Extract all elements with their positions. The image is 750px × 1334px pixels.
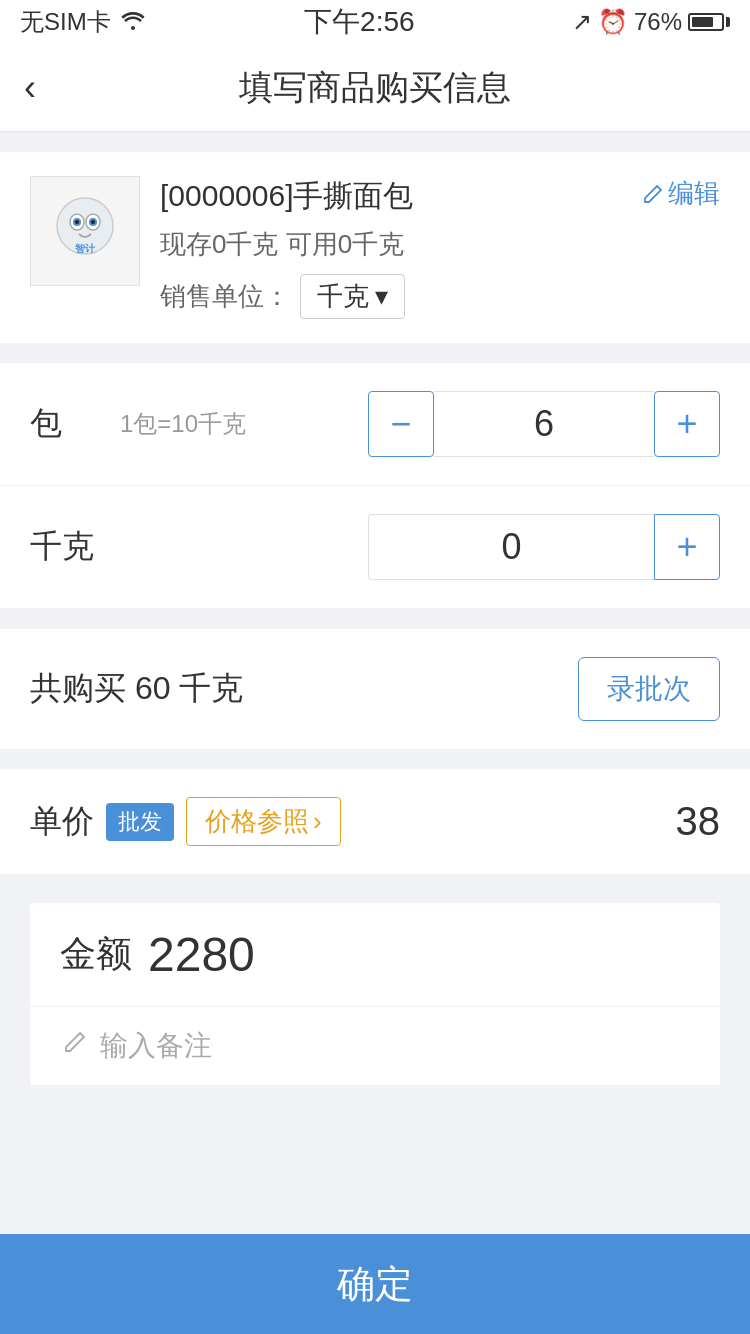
nav-bar: ‹ 填写商品购买信息 (0, 44, 750, 132)
kg-input[interactable] (368, 514, 654, 580)
product-stock: 现存0千克 可用0千克 (160, 227, 720, 262)
note-placeholder[interactable]: 输入备注 (100, 1027, 212, 1065)
svg-point-6 (91, 220, 95, 224)
status-right: ↗ ⏰ 76% (572, 8, 730, 36)
unit-value: 千克 (317, 279, 369, 314)
product-thumbnail: 智计 (30, 176, 140, 286)
summary-row: 共购买 60 千克 录批次 (0, 629, 750, 749)
kg-increment-button[interactable]: + (654, 514, 720, 580)
note-row[interactable]: 输入备注 (30, 1006, 720, 1085)
product-unit-row: 销售单位： 千克 ▾ (160, 274, 720, 319)
pencil-icon (60, 1029, 88, 1064)
pack-input[interactable] (434, 391, 654, 457)
battery-icon (688, 13, 730, 31)
pack-increment-button[interactable]: + (654, 391, 720, 457)
price-value: 38 (676, 799, 721, 844)
kg-qty-control: + (368, 514, 720, 580)
price-section: 单价 批发 价格参照 › 38 (0, 769, 750, 875)
pack-row: 包 1包=10千克 − + (0, 363, 750, 486)
kg-row: 千克 + (0, 486, 750, 609)
price-ref-label: 价格参照 (205, 804, 309, 839)
product-info: [0000006]手撕面包 编辑 现存0千克 可用0千克 销售单位： 千克 ▾ (160, 176, 720, 319)
input-section: 包 1包=10千克 − + 千克 + (0, 363, 750, 609)
edit-label: 编辑 (668, 176, 720, 211)
pack-sublabel: 1包=10千克 (120, 408, 368, 440)
product-header: [0000006]手撕面包 编辑 (160, 176, 720, 217)
kg-label: 千克 (30, 525, 110, 569)
wifi-icon (119, 8, 147, 36)
status-bar: 无SIM卡 下午2:56 ↗ ⏰ 76% (0, 0, 750, 44)
product-name: [0000006]手撕面包 (160, 176, 413, 217)
page-title: 填写商品购买信息 (239, 65, 511, 111)
svg-point-5 (75, 220, 79, 224)
unit-select[interactable]: 千克 ▾ (300, 274, 405, 319)
status-left: 无SIM卡 (20, 6, 147, 38)
price-left: 单价 批发 价格参照 › (30, 797, 341, 846)
back-button[interactable]: ‹ (24, 67, 36, 109)
price-label: 单价 (30, 800, 94, 844)
status-time: 下午2:56 (304, 3, 415, 41)
alarm-icon: ⏰ (598, 8, 628, 36)
batch-button[interactable]: 录批次 (578, 657, 720, 721)
product-card: 智计 [0000006]手撕面包 编辑 现存0千克 可用0千克 销售单位： 千克… (0, 152, 750, 343)
price-ref-button[interactable]: 价格参照 › (186, 797, 341, 846)
unit-arrow-icon: ▾ (375, 281, 388, 312)
unit-label: 销售单位： (160, 279, 290, 314)
confirm-button[interactable]: 确定 (0, 1234, 750, 1334)
amount-section: 金额 2280 输入备注 (0, 875, 750, 1105)
price-tag: 批发 (106, 803, 174, 841)
svg-text:智计: 智计 (74, 243, 96, 254)
pack-label: 包 (30, 402, 110, 446)
product-thumb-icon: 智计 (55, 196, 115, 267)
amount-row: 金额 2280 (30, 903, 720, 1006)
summary-text: 共购买 60 千克 (30, 667, 243, 711)
pack-qty-control: − + (368, 391, 720, 457)
edit-button[interactable]: 编辑 (642, 176, 720, 211)
pack-decrement-button[interactable]: − (368, 391, 434, 457)
amount-label: 金额 (60, 930, 132, 979)
amount-value: 2280 (148, 927, 255, 982)
location-icon: ↗ (572, 8, 592, 36)
battery-percent: 76% (634, 8, 682, 36)
carrier-text: 无SIM卡 (20, 6, 111, 38)
price-row: 单价 批发 价格参照 › 38 (30, 797, 720, 846)
price-ref-arrow: › (313, 806, 322, 837)
